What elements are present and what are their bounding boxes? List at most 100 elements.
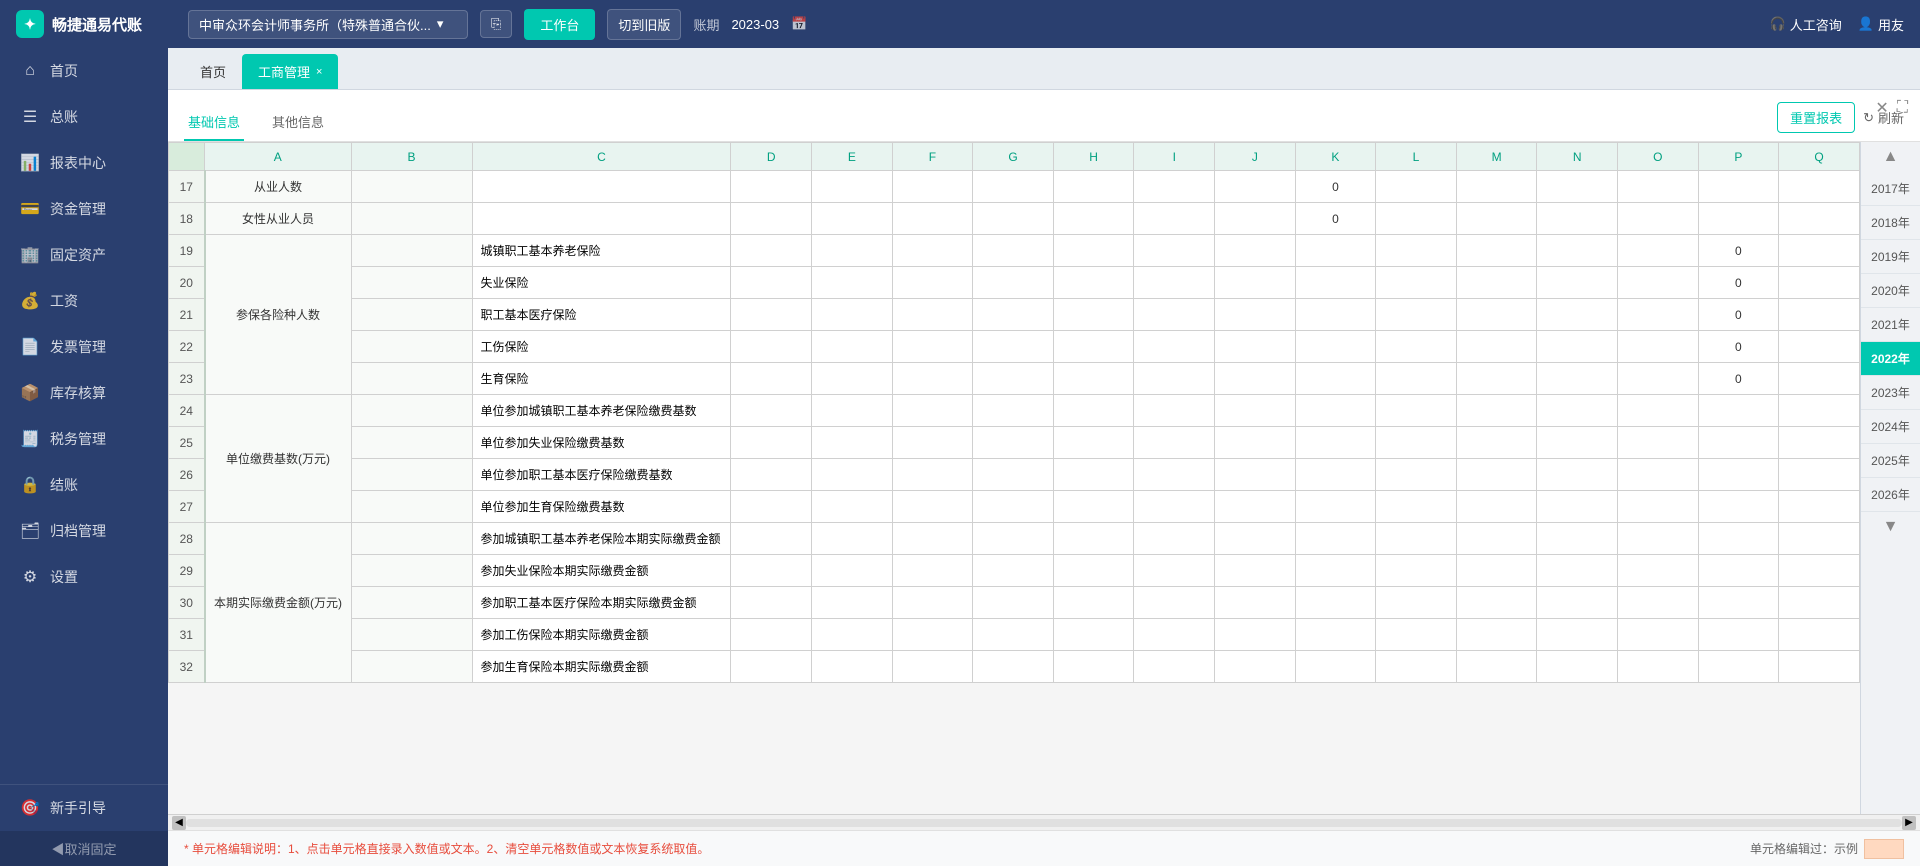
cell-col15-23[interactable] [1618, 363, 1699, 395]
cell-k-23[interactable] [1295, 363, 1376, 395]
cell-a-17[interactable]: 从业人数 [205, 171, 352, 203]
cell-c-24[interactable]: 单位参加城镇职工基本养老保险缴费基数 [472, 395, 731, 427]
cell-col4-28[interactable] [731, 523, 812, 555]
cell-col14-28[interactable] [1537, 523, 1618, 555]
cell-col8-30[interactable] [1053, 587, 1134, 619]
year-item-2025[interactable]: 2025年 [1861, 444, 1920, 478]
cell-col13-32[interactable] [1456, 651, 1537, 683]
cell-col15-19[interactable] [1618, 235, 1699, 267]
cell-col10-28[interactable] [1215, 523, 1296, 555]
cell-b-28[interactable] [351, 523, 472, 555]
cell-col14-18[interactable] [1537, 203, 1618, 235]
cell-k-18[interactable]: 0 [1295, 203, 1376, 235]
cell-col4-18[interactable] [731, 203, 812, 235]
cell-a-19[interactable]: 参保各险种人数 [205, 235, 352, 395]
cell-col13-23[interactable] [1456, 363, 1537, 395]
year-item-2021[interactable]: 2021年 [1861, 308, 1920, 342]
cell-col7-17[interactable] [973, 171, 1054, 203]
cell-col4-20[interactable] [731, 267, 812, 299]
cell-col10-24[interactable] [1215, 395, 1296, 427]
cell-q-17[interactable] [1779, 171, 1860, 203]
cell-col8-23[interactable] [1053, 363, 1134, 395]
cell-p-25[interactable] [1698, 427, 1779, 459]
year-item-2022[interactable]: 2022年 [1861, 342, 1920, 376]
sidebar-item-assets[interactable]: 🏢固定资产 [0, 232, 168, 278]
cell-col15-29[interactable] [1618, 555, 1699, 587]
cell-c-30[interactable]: 参加职工基本医疗保险本期实际缴费金额 [472, 587, 731, 619]
cell-col9-25[interactable] [1134, 427, 1215, 459]
cell-col4-23[interactable] [731, 363, 812, 395]
cell-col10-23[interactable] [1215, 363, 1296, 395]
cell-col9-31[interactable] [1134, 619, 1215, 651]
cell-k-22[interactable] [1295, 331, 1376, 363]
cell-col14-29[interactable] [1537, 555, 1618, 587]
cell-c-19[interactable]: 城镇职工基本养老保险 [472, 235, 731, 267]
cell-col4-17[interactable] [731, 171, 812, 203]
cell-col13-21[interactable] [1456, 299, 1537, 331]
cell-col10-32[interactable] [1215, 651, 1296, 683]
sub-tab-other[interactable]: 其他信息 [268, 104, 328, 141]
cell-col4-27[interactable] [731, 491, 812, 523]
cell-col10-19[interactable] [1215, 235, 1296, 267]
cell-k-19[interactable] [1295, 235, 1376, 267]
cell-b-20[interactable] [351, 267, 472, 299]
cell-col13-28[interactable] [1456, 523, 1537, 555]
cell-col12-25[interactable] [1376, 427, 1457, 459]
cell-col4-32[interactable] [731, 651, 812, 683]
cell-col9-24[interactable] [1134, 395, 1215, 427]
cell-c-28[interactable]: 参加城镇职工基本养老保险本期实际缴费金额 [472, 523, 731, 555]
cell-col5-22[interactable] [812, 331, 893, 363]
year-item-2023[interactable]: 2023年 [1861, 376, 1920, 410]
cell-p-19[interactable]: 0 [1698, 235, 1779, 267]
sidebar-item-tax[interactable]: 🧾税务管理 [0, 416, 168, 462]
cell-q-18[interactable] [1779, 203, 1860, 235]
cell-col7-30[interactable] [973, 587, 1054, 619]
cell-a-18[interactable]: 女性从业人员 [205, 203, 352, 235]
cell-col7-18[interactable] [973, 203, 1054, 235]
cell-col12-30[interactable] [1376, 587, 1457, 619]
cell-col7-23[interactable] [973, 363, 1054, 395]
cell-col5-30[interactable] [812, 587, 893, 619]
maximize-icon[interactable]: ⛶ [1897, 99, 1908, 117]
cell-c-22[interactable]: 工伤保险 [472, 331, 731, 363]
consult-item[interactable]: 🎧 人工咨询 [1770, 15, 1842, 34]
cell-col14-31[interactable] [1537, 619, 1618, 651]
cell-col8-22[interactable] [1053, 331, 1134, 363]
cell-col5-24[interactable] [812, 395, 893, 427]
cell-q-22[interactable] [1779, 331, 1860, 363]
cell-col13-17[interactable] [1456, 171, 1537, 203]
cell-col9-19[interactable] [1134, 235, 1215, 267]
sidebar-item-archive[interactable]: 🗂归档管理 [0, 508, 168, 554]
sidebar-item-invoice[interactable]: 📄发票管理 [0, 324, 168, 370]
year-nav-up[interactable]: ▲ [1861, 142, 1920, 172]
cell-col4-29[interactable] [731, 555, 812, 587]
cell-k-28[interactable] [1295, 523, 1376, 555]
cell-col13-29[interactable] [1456, 555, 1537, 587]
cell-col12-22[interactable] [1376, 331, 1457, 363]
cell-col8-26[interactable] [1053, 459, 1134, 491]
sidebar-item-settings[interactable]: ⚙设置 [0, 554, 168, 600]
cell-col13-25[interactable] [1456, 427, 1537, 459]
cell-col6-30[interactable] [892, 587, 973, 619]
cell-q-32[interactable] [1779, 651, 1860, 683]
cell-col15-25[interactable] [1618, 427, 1699, 459]
cell-col12-29[interactable] [1376, 555, 1457, 587]
cell-b-29[interactable] [351, 555, 472, 587]
cell-col9-27[interactable] [1134, 491, 1215, 523]
h-scroll-left-btn[interactable]: ◀ [172, 816, 186, 830]
sidebar-item-finance[interactable]: 💳资金管理 [0, 186, 168, 232]
cell-col7-25[interactable] [973, 427, 1054, 459]
cell-col8-27[interactable] [1053, 491, 1134, 523]
cell-col6-31[interactable] [892, 619, 973, 651]
cell-col10-31[interactable] [1215, 619, 1296, 651]
cell-k-29[interactable] [1295, 555, 1376, 587]
year-item-2020[interactable]: 2020年 [1861, 274, 1920, 308]
cell-q-19[interactable] [1779, 235, 1860, 267]
cell-col6-26[interactable] [892, 459, 973, 491]
cell-k-20[interactable] [1295, 267, 1376, 299]
cell-q-27[interactable] [1779, 491, 1860, 523]
cell-col9-28[interactable] [1134, 523, 1215, 555]
cell-c-21[interactable]: 职工基本医疗保险 [472, 299, 731, 331]
cell-col14-26[interactable] [1537, 459, 1618, 491]
cell-p-23[interactable]: 0 [1698, 363, 1779, 395]
